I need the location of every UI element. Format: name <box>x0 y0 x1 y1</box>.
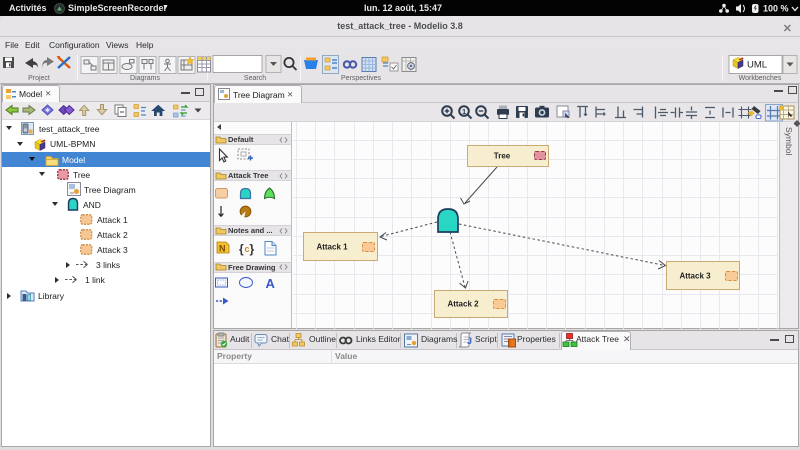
svg-text:A: A <box>266 276 276 291</box>
svg-text:100 %: 100 % <box>763 4 789 14</box>
svg-text:}: } <box>250 242 255 256</box>
svg-text:1: 1 <box>462 107 466 116</box>
svg-text:N: N <box>219 244 226 254</box>
svg-text:J: J <box>467 336 472 346</box>
svg-text:{: { <box>239 242 244 256</box>
svg-text:UML: UML <box>747 60 767 71</box>
